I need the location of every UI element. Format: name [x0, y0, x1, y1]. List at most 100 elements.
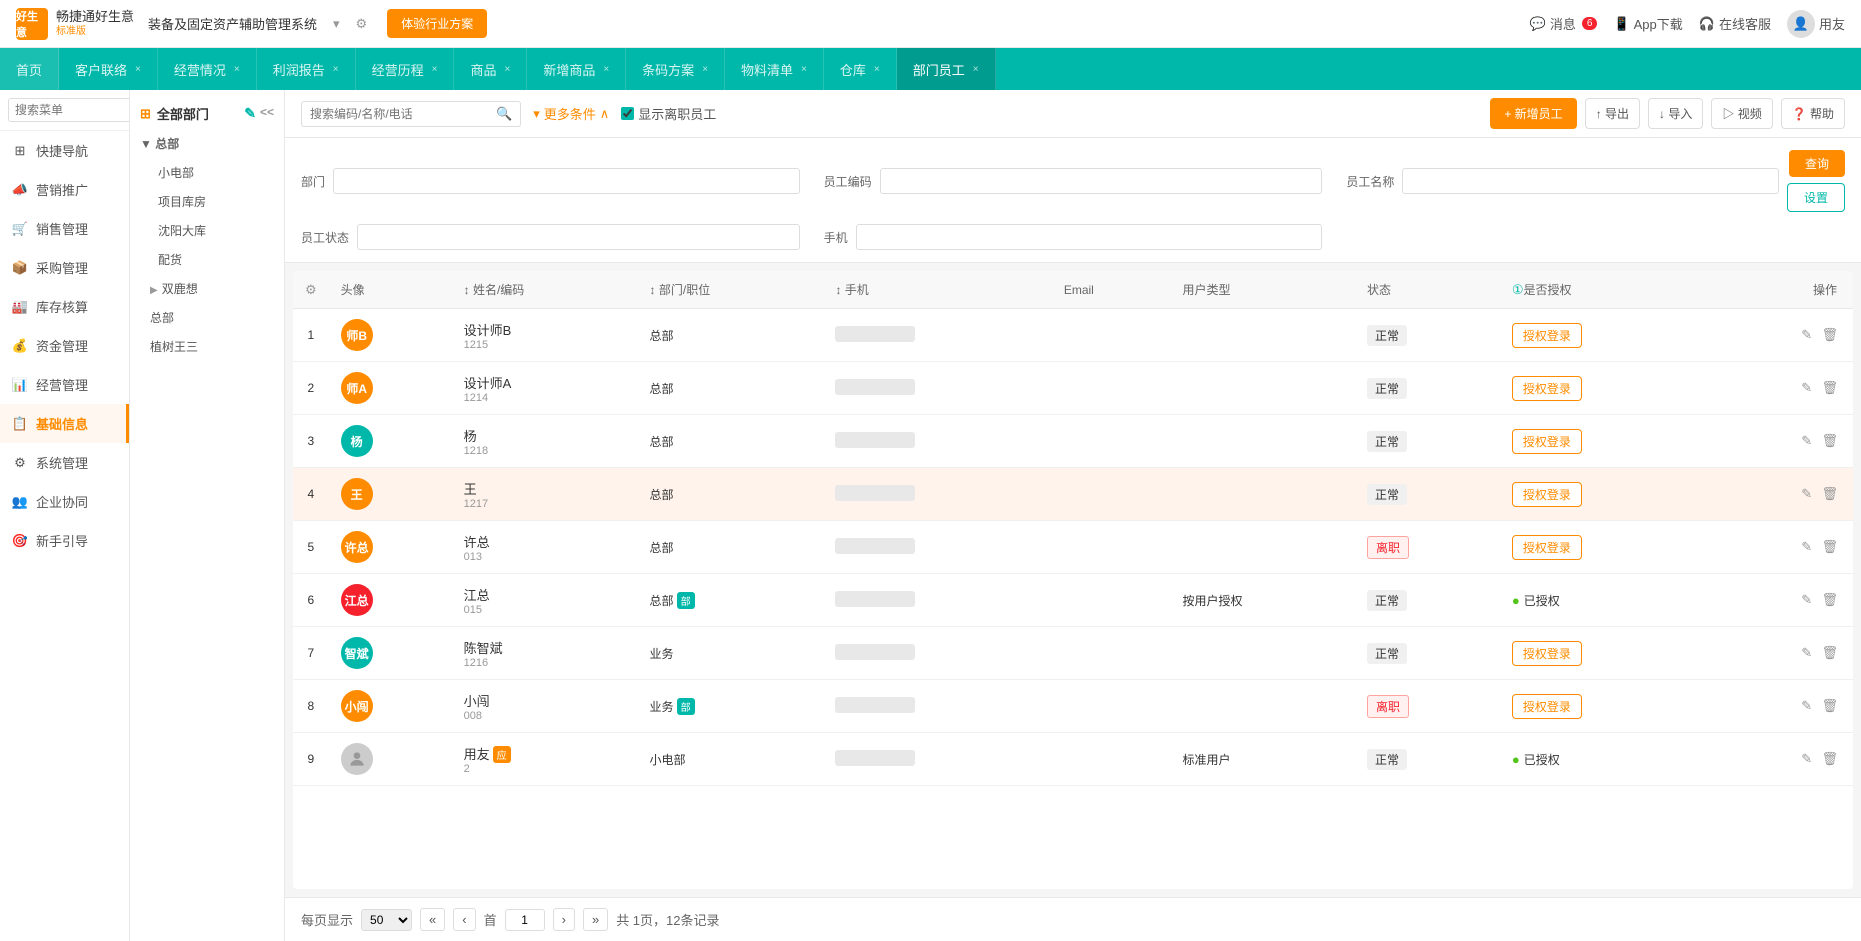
edit-icon[interactable]: ✎	[1801, 327, 1812, 342]
next-page-btn[interactable]: ›	[553, 908, 575, 931]
query-button[interactable]: 查询	[1789, 150, 1845, 177]
delete-icon[interactable]: 🗑	[1821, 433, 1838, 448]
message-item[interactable]: 💬 消息 6	[1530, 14, 1598, 33]
tab-goods[interactable]: 商品 ×	[454, 48, 527, 90]
app-download-item[interactable]: 📱 App下载	[1613, 14, 1682, 33]
auth-login-button[interactable]: 授权登录	[1512, 482, 1582, 507]
edit-icon[interactable]: ✎	[1801, 539, 1812, 554]
close-icon[interactable]: ×	[432, 64, 438, 75]
edit-icon[interactable]: ✎	[1801, 645, 1812, 660]
delete-icon[interactable]: 🗑	[1821, 592, 1838, 607]
edit-icon[interactable]: ✎	[1801, 698, 1812, 713]
auth-login-button[interactable]: 授权登录	[1512, 535, 1582, 560]
close-icon[interactable]: ×	[973, 64, 979, 75]
col-dept[interactable]: ↕ 部门/职位	[638, 271, 824, 309]
settings-icon[interactable]: ⚙	[356, 16, 368, 32]
per-page-select[interactable]: 50 100	[361, 909, 412, 931]
auth-login-button[interactable]: 授权登录	[1512, 376, 1582, 401]
dept-item-shuanglu[interactable]: ▶双鹿想	[130, 274, 284, 303]
sidebar-item-basic[interactable]: 📋 基础信息	[0, 404, 129, 443]
add-employee-button[interactable]: + 新增员工	[1490, 98, 1576, 129]
dept-item-project[interactable]: 项目库房	[130, 187, 284, 216]
delete-icon[interactable]: 🗑	[1821, 698, 1838, 713]
edit-icon[interactable]: ✎	[1801, 433, 1812, 448]
sidebar-item-finance[interactable]: 💰 资金管理	[0, 326, 129, 365]
auth-login-button[interactable]: 授权登录	[1512, 641, 1582, 666]
online-service-item[interactable]: 🎧 在线客服	[1699, 14, 1771, 33]
auth-login-button[interactable]: 授权登录	[1512, 694, 1582, 719]
delete-icon[interactable]: 🗑	[1821, 751, 1838, 766]
dept-item-shenyang[interactable]: 沈阳大库	[130, 216, 284, 245]
tab-customer[interactable]: 客户联络 ×	[59, 48, 158, 90]
import-button[interactable]: ↓ 导入	[1648, 98, 1703, 129]
sidebar-item-purchase[interactable]: 📦 采购管理	[0, 248, 129, 287]
close-icon[interactable]: ×	[702, 64, 708, 75]
delete-icon[interactable]: 🗑	[1821, 645, 1838, 660]
dept-item-zhishu[interactable]: 植树王三	[130, 332, 284, 361]
sidebar-item-system[interactable]: ⚙ 系统管理	[0, 443, 129, 482]
delete-icon[interactable]: 🗑	[1821, 327, 1838, 342]
dept-filter-select[interactable]	[333, 168, 800, 194]
set-button[interactable]: 设置	[1787, 183, 1845, 212]
sidebar-search-input[interactable]	[8, 98, 130, 122]
tab-home[interactable]: 首页	[0, 48, 59, 90]
tab-bom[interactable]: 物料清单 ×	[725, 48, 824, 90]
prev-page-btn[interactable]: ‹	[453, 908, 475, 931]
search-icon[interactable]: 🔍	[496, 106, 512, 122]
empname-filter-input[interactable]	[1402, 168, 1779, 194]
edit-icon[interactable]: ✎	[1801, 380, 1812, 395]
phone-filter-input[interactable]	[856, 224, 1323, 250]
sidebar-item-collab[interactable]: 👥 企业协同	[0, 482, 129, 521]
export-button[interactable]: ↑ 导出	[1585, 98, 1640, 129]
edit-icon[interactable]: ✎	[1801, 486, 1812, 501]
col-setting[interactable]: ⚙	[293, 271, 329, 309]
close-icon[interactable]: ×	[801, 64, 807, 75]
dept-item-zongbu[interactable]: 总部	[130, 303, 284, 332]
more-filter-btn[interactable]: ▾ 更多条件 ∧	[533, 104, 609, 123]
tab-business[interactable]: 经营情况 ×	[158, 48, 257, 90]
trial-button[interactable]: 体验行业方案	[387, 9, 487, 38]
delete-icon[interactable]: 🗑	[1821, 380, 1838, 395]
sidebar-item-stock[interactable]: 🏭 库存核算	[0, 287, 129, 326]
status-filter-select[interactable]	[357, 224, 800, 250]
page-number-input[interactable]	[505, 909, 545, 931]
dept-item-xiaodian[interactable]: 小电部	[130, 158, 284, 187]
col-name[interactable]: ↕ 姓名/编码	[452, 271, 638, 309]
empcode-filter-input[interactable]	[880, 168, 1323, 194]
search-input[interactable]	[310, 107, 490, 121]
show-resigned-checkbox[interactable]: 显示离职员工	[621, 104, 716, 123]
tab-process[interactable]: 经营历程 ×	[356, 48, 455, 90]
tab-warehouse[interactable]: 仓库 ×	[824, 48, 897, 90]
user-item[interactable]: 👤 用友	[1787, 10, 1845, 38]
edit-icon[interactable]: ✎	[1801, 751, 1812, 766]
close-icon[interactable]: ×	[135, 64, 141, 75]
tab-department[interactable]: 部门员工 ×	[897, 48, 996, 90]
tab-profit[interactable]: 利润报告 ×	[257, 48, 356, 90]
sidebar-item-quicknav[interactable]: ⊞ 快捷导航	[0, 131, 129, 170]
help-button[interactable]: ❓ 帮助	[1781, 98, 1845, 129]
close-icon[interactable]: ×	[504, 64, 510, 75]
auth-login-button[interactable]: 授权登录	[1512, 323, 1582, 348]
video-button[interactable]: ▷ 视频	[1711, 98, 1772, 129]
close-icon[interactable]: ×	[874, 64, 880, 75]
sidebar-item-marketing[interactable]: 📣 营销推广	[0, 170, 129, 209]
auth-login-button[interactable]: 授权登录	[1512, 429, 1582, 454]
sidebar-item-operation[interactable]: 📊 经营管理	[0, 365, 129, 404]
dept-edit-icon[interactable]: ✎	[244, 105, 256, 122]
dept-collapse-icon[interactable]: <<	[260, 105, 274, 122]
delete-icon[interactable]: 🗑	[1821, 486, 1838, 501]
system-dropdown-icon[interactable]: ▾	[333, 16, 340, 32]
last-page-btn[interactable]: »	[583, 908, 608, 931]
resigned-checkbox-input[interactable]	[621, 107, 634, 120]
close-icon[interactable]: ×	[333, 64, 339, 75]
tab-new-goods[interactable]: 新增商品 ×	[527, 48, 626, 90]
sidebar-item-guide[interactable]: 🎯 新手引导	[0, 521, 129, 560]
tab-barcode[interactable]: 条码方案 ×	[626, 48, 725, 90]
first-page-btn[interactable]: «	[420, 908, 445, 931]
close-icon[interactable]: ×	[603, 64, 609, 75]
delete-icon[interactable]: 🗑	[1821, 539, 1838, 554]
col-phone[interactable]: ↕ 手机	[823, 271, 1051, 309]
edit-icon[interactable]: ✎	[1801, 592, 1812, 607]
sidebar-item-sales[interactable]: 🛒 销售管理	[0, 209, 129, 248]
dept-item-peihuo[interactable]: 配货	[130, 245, 284, 274]
